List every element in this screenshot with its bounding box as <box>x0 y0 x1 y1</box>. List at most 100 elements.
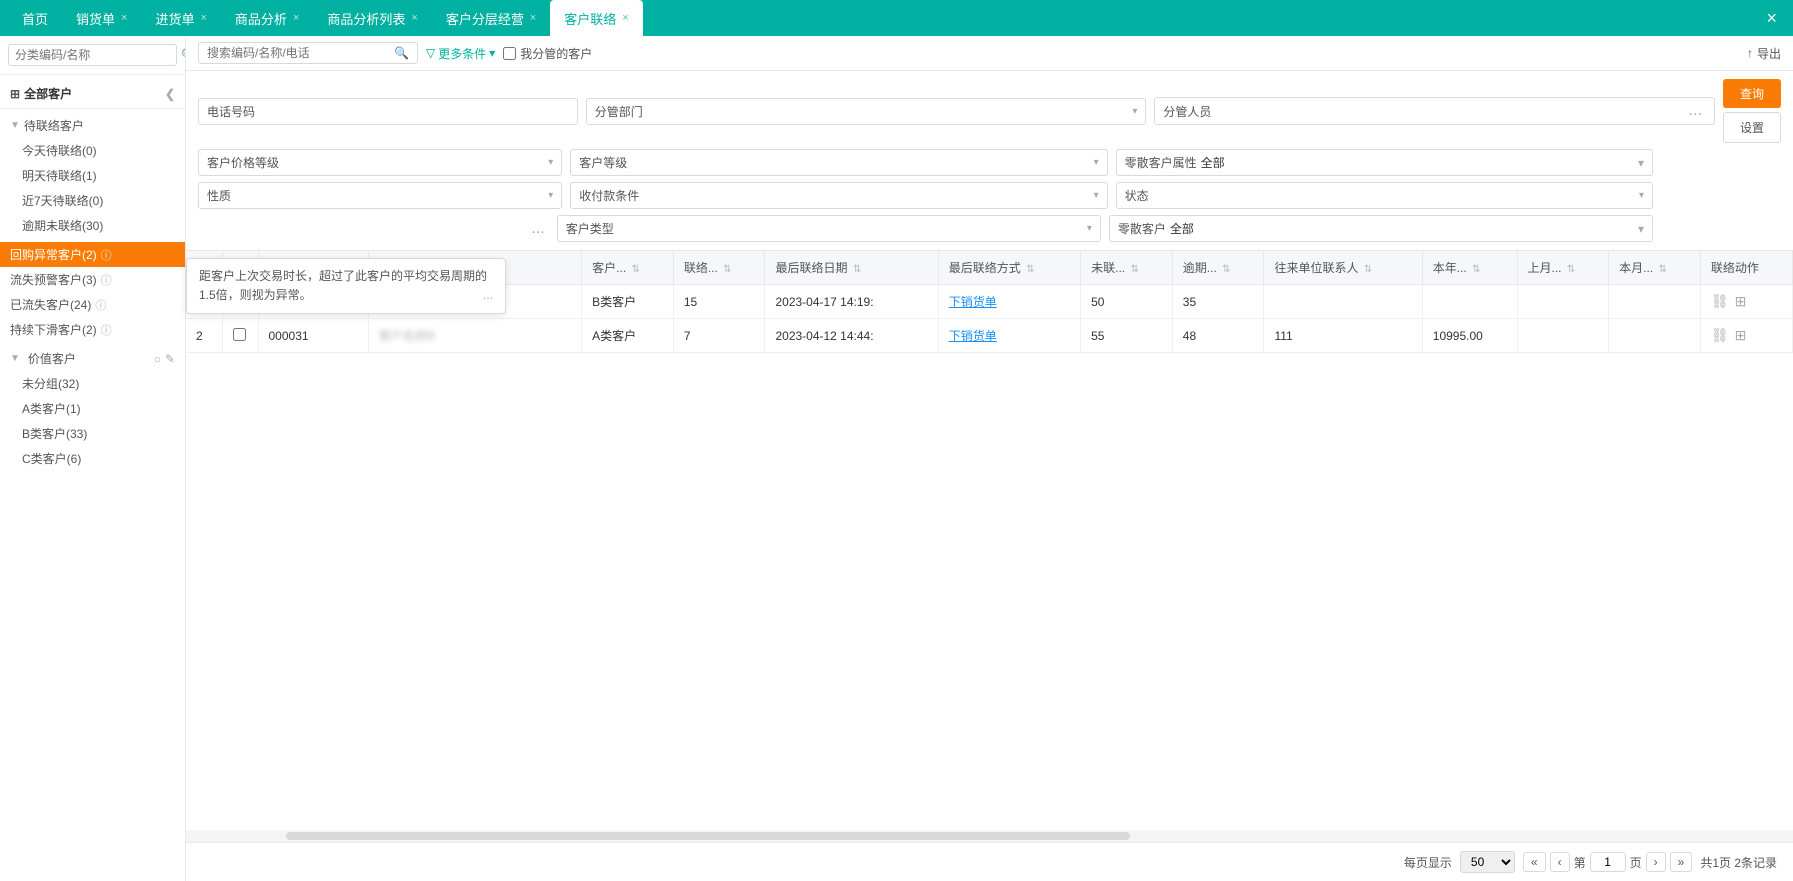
tree-group-pending-title[interactable]: ▼ 待联络客户 <box>0 113 185 138</box>
phone-input[interactable] <box>259 104 569 118</box>
close-icon[interactable]: × <box>530 12 536 24</box>
filter-icon: ▽ <box>426 46 435 60</box>
scrollbar-thumb[interactable] <box>286 832 1130 840</box>
search-box: 🔍 <box>198 42 418 64</box>
th-contact-count[interactable]: 联络... ⇅ <box>673 251 765 285</box>
help-icon[interactable]: ⓘ <box>101 272 112 288</box>
th-last-contact-way[interactable]: 最后联络方式 ⇅ <box>938 251 1080 285</box>
edit-icon[interactable]: ○ <box>154 352 161 366</box>
my-customer-checkbox[interactable] <box>503 47 516 60</box>
close-icon[interactable]: × <box>293 12 299 24</box>
page-number-input[interactable] <box>1590 852 1626 872</box>
customer-grade-select[interactable]: 客户等级 ▾ <box>570 149 1107 176</box>
manager-input[interactable] <box>1215 104 1684 118</box>
close-all-button[interactable]: × <box>1758 8 1785 29</box>
sort-icon[interactable]: ⇅ <box>1364 264 1372 275</box>
sidebar-item-class-c[interactable]: C类客户(6) <box>0 446 185 471</box>
sort-icon[interactable]: ⇅ <box>1659 264 1667 275</box>
price-grade-select[interactable]: 客户价格等级 ▾ <box>198 149 562 176</box>
help-icon[interactable]: ⓘ <box>101 247 112 263</box>
payment-select[interactable]: 收付款条件 ▾ <box>570 182 1107 209</box>
sort-icon[interactable]: ⇅ <box>1567 264 1575 275</box>
tooltip-more-icon[interactable]: ... <box>483 286 493 305</box>
grid-icon[interactable]: ⊞ <box>1735 327 1747 344</box>
sort-icon[interactable]: ⇅ <box>1472 264 1480 275</box>
more-dots-icon[interactable]: ... <box>527 220 548 238</box>
next-page-button[interactable]: › <box>1646 852 1666 872</box>
sidebar-item-tomorrow[interactable]: 明天待联络(1) <box>0 163 185 188</box>
sort-icon[interactable]: ⇅ <box>853 264 861 275</box>
th-last-month[interactable]: 上月... ⇅ <box>1517 251 1609 285</box>
sidebar-item-churned[interactable]: 已流失客户(24) ⓘ <box>0 292 185 317</box>
th-customer-type[interactable]: 客户... ⇅ <box>582 251 674 285</box>
sidebar-item-7days[interactable]: 近7天待联络(0) <box>0 188 185 213</box>
sidebar-item-all-customers[interactable]: ⊞ 全部客户 ❮ <box>0 79 185 109</box>
setting-button[interactable]: 设置 <box>1723 112 1781 143</box>
sidebar-item-overdue[interactable]: 逾期未联络(30) <box>0 213 185 238</box>
last-page-button[interactable]: » <box>1670 852 1693 872</box>
help-icon[interactable]: ⓘ <box>95 297 106 313</box>
scatter-customer-select[interactable]: 全部 ▾ <box>1170 220 1644 237</box>
nav-tab-sales[interactable]: 销货单 × <box>62 0 141 36</box>
data-table-wrapper: ⚙ 客户编码 ⇅ 客户名称 ⇅ <box>186 251 1793 830</box>
export-button[interactable]: ↑ 导出 <box>1747 45 1781 62</box>
nature-select[interactable]: 性质 ▾ <box>198 182 562 209</box>
th-contact-person[interactable]: 往来单位联系人 ⇅ <box>1264 251 1422 285</box>
close-icon[interactable]: × <box>411 12 417 24</box>
sort-icon[interactable]: ⇅ <box>632 264 640 275</box>
search-icon[interactable]: 🔍 <box>394 46 409 60</box>
page-size-select[interactable]: 50 20 100 <box>1460 851 1515 873</box>
sidebar-item-declining[interactable]: 持续下滑客户(2) ⓘ <box>0 317 185 342</box>
link-icon[interactable]: ⛓ <box>1711 293 1729 310</box>
more-icon[interactable]: ... <box>1685 102 1706 120</box>
first-page-button[interactable]: « <box>1523 852 1546 872</box>
sidebar-item-repurchase-anomaly[interactable]: 回购异常客户(2) ⓘ <box>0 242 185 267</box>
sort-icon[interactable]: ⇅ <box>1026 264 1034 275</box>
grid-icon[interactable]: ⊞ <box>1735 293 1747 310</box>
nav-tab-purchase[interactable]: 进货单 × <box>141 0 220 36</box>
nav-tab-customer-contact[interactable]: 客户联络 × <box>550 0 642 36</box>
close-icon[interactable]: × <box>121 12 127 24</box>
nav-tab-analysis[interactable]: 商品分析 × <box>221 0 313 36</box>
close-icon[interactable]: × <box>200 12 206 24</box>
row-checkbox[interactable] <box>233 328 246 341</box>
sort-icon[interactable]: ⇅ <box>1222 264 1230 275</box>
sidebar-item-class-b[interactable]: B类客户(33) <box>0 421 185 446</box>
scatter-attr-select[interactable]: 全部 ▾ <box>1201 154 1644 171</box>
sort-icon[interactable]: ⇅ <box>723 264 731 275</box>
th-uncontacted[interactable]: 未联... ⇅ <box>1081 251 1173 285</box>
more-conditions-button[interactable]: ▽ 更多条件 ▾ <box>426 45 495 62</box>
status-select[interactable]: 状态 ▾ <box>1116 182 1653 209</box>
th-last-contact-date[interactable]: 最后联络日期 ⇅ <box>765 251 938 285</box>
sidebar-search-input[interactable] <box>8 44 177 66</box>
search-input[interactable] <box>207 46 390 60</box>
sidebar-item-today[interactable]: 今天待联络(0) <box>0 138 185 163</box>
chevron-down-icon: ▾ <box>1094 190 1099 201</box>
nav-tab-home[interactable]: 首页 <box>8 0 62 36</box>
th-this-year[interactable]: 本年... ⇅ <box>1422 251 1517 285</box>
td-checkbox[interactable] <box>222 319 258 353</box>
nav-tab-analysis-list[interactable]: 商品分析列表 × <box>313 0 431 36</box>
dept-select[interactable]: 分管部门 ▾ <box>586 98 1147 125</box>
sort-icon[interactable]: ⇅ <box>1130 264 1138 275</box>
tree-group-pending: ▼ 待联络客户 今天待联络(0) 明天待联络(1) 近7天待联络(0) 逾期未联… <box>0 109 185 242</box>
tooltip-box: 距客户上次交易时长，超过了此客户的平均交易周期的1.5倍，则视为异常。 ... <box>186 258 506 314</box>
th-overdue[interactable]: 逾期... ⇅ <box>1172 251 1264 285</box>
query-button[interactable]: 查询 <box>1723 79 1781 108</box>
link-icon[interactable]: ⛓ <box>1711 327 1729 344</box>
customer-type-select[interactable]: 客户类型 ▾ <box>557 215 1101 242</box>
help-icon[interactable]: ⓘ <box>101 322 112 338</box>
prev-page-button[interactable]: ‹ <box>1550 852 1570 872</box>
close-icon[interactable]: × <box>622 12 628 24</box>
tree-group-value-title[interactable]: ▼ 价值客户 ○ ✎ <box>0 346 185 371</box>
sidebar-item-class-a[interactable]: A类客户(1) <box>0 396 185 421</box>
settings-icon[interactable]: ✎ <box>165 352 175 366</box>
nav-tab-customer-tier[interactable]: 客户分层经营 × <box>432 0 550 36</box>
horizontal-scrollbar[interactable] <box>186 830 1793 842</box>
scatter-attr-field: 零散客户属性 全部 ▾ <box>1116 149 1653 176</box>
td-last-date: 2023-04-17 14:19: <box>765 285 938 319</box>
sidebar-item-churn-warning[interactable]: 流失预警客户(3) ⓘ <box>0 267 185 292</box>
sidebar-item-unclassified[interactable]: 未分组(32) <box>0 371 185 396</box>
th-this-month[interactable]: 本月... ⇅ <box>1609 251 1701 285</box>
collapse-icon[interactable]: ❮ <box>165 87 175 101</box>
